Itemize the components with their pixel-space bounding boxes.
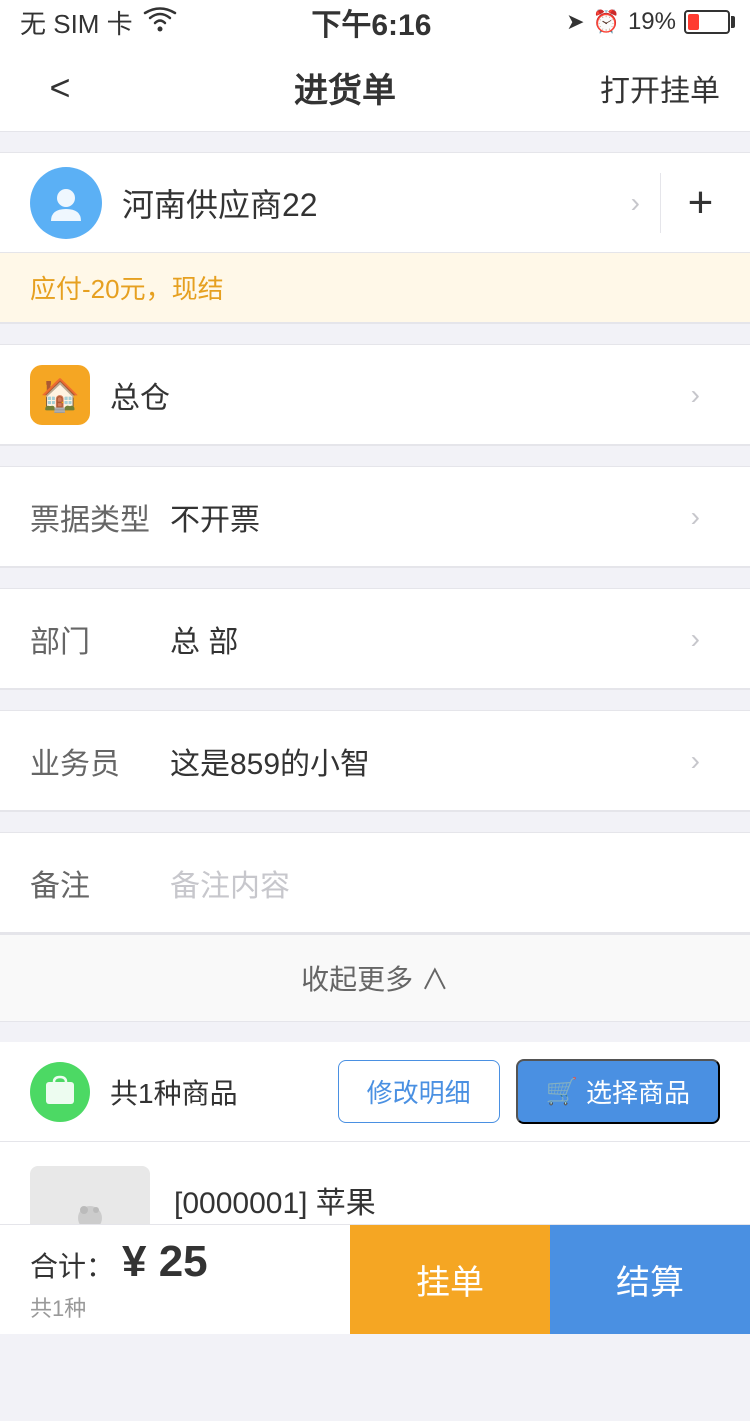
open-pending-button[interactable]: 打开挂单 [600,66,720,110]
supplier-name: 河南供应商22 [122,180,631,226]
carrier-label: 无 SIM 卡 [20,4,133,41]
status-right: ➤ ⏰ 19% [566,8,730,36]
separator-4 [0,568,750,588]
separator-5 [0,690,750,710]
back-button[interactable]: < [30,58,90,118]
select-product-icon: 🛒 [546,1076,578,1107]
total-amount: ¥ 25 [122,1237,208,1287]
staff-chevron-icon: › [691,745,700,777]
hang-button[interactable]: 挂单 [350,1225,550,1334]
collapse-label: 收起更多 ∧ [301,958,449,998]
supplier-row[interactable]: 河南供应商22 › + [0,153,750,253]
separator-2 [0,324,750,344]
supplier-chevron-icon: › [631,187,640,219]
department-chevron-icon: › [691,623,700,655]
status-bar: 无 SIM 卡 下午6:16 ➤ ⏰ 19% [0,0,750,44]
staff-row[interactable]: 业务员 这是859的小智 › [0,711,750,811]
total-main: 合计： ¥ 25 [30,1237,320,1287]
warehouse-name: 总仓 [110,373,691,417]
separator-6 [0,812,750,832]
supplier-section: 河南供应商22 › + 应付-20元，现结 [0,152,750,324]
staff-section: 业务员 这是859的小智 › [0,710,750,812]
checkout-button[interactable]: 结算 [550,1225,750,1334]
warehouse-icon: 🏠 [30,365,90,425]
remark-value[interactable]: 备注内容 [170,861,720,905]
staff-value: 这是859的小智 [170,739,691,783]
separator-3 [0,446,750,466]
remark-section: 备注 备注内容 [0,832,750,934]
products-icon [30,1062,90,1122]
modify-detail-button[interactable]: 修改明细 [338,1060,500,1123]
product-name: [0000001] 苹果 [174,1178,670,1222]
invoice-row[interactable]: 票据类型 不开票 › [0,467,750,567]
select-product-label: 选择商品 [586,1073,690,1110]
alarm-icon: ⏰ [593,9,620,35]
department-section: 部门 总 部 › [0,588,750,690]
add-supplier-button[interactable]: + [660,173,720,233]
total-sub: 共1种 [30,1291,320,1323]
department-value: 总 部 [170,617,691,661]
status-left: 无 SIM 卡 [20,4,177,41]
invoice-section: 票据类型 不开票 › [0,466,750,568]
total-section: 合计： ¥ 25 共1种 [0,1225,350,1334]
total-label: 合计： [30,1245,114,1285]
wifi-icon [143,6,177,39]
remark-row[interactable]: 备注 备注内容 [0,833,750,933]
warehouse-chevron-icon: › [691,379,700,411]
product-code: [0000001] [174,1187,316,1220]
warehouse-section: 🏠 总仓 › [0,344,750,446]
page-title: 进货单 [294,63,396,112]
staff-label: 业务员 [30,739,170,783]
location-icon: ➤ [566,9,584,35]
separator-1 [0,132,750,152]
invoice-label: 票据类型 [30,495,170,539]
invoice-chevron-icon: › [691,501,700,533]
department-row[interactable]: 部门 总 部 › [0,589,750,689]
select-product-button[interactable]: 🛒 选择商品 [516,1059,720,1124]
separator-7 [0,1022,750,1042]
invoice-value: 不开票 [170,495,691,539]
nav-bar: < 进货单 打开挂单 [0,44,750,132]
department-label: 部门 [30,617,170,661]
supplier-notice: 应付-20元，现结 [0,253,750,323]
product-title: 苹果 [316,1187,376,1220]
battery-icon [684,10,730,34]
supplier-avatar [30,167,102,239]
remark-label: 备注 [30,861,170,905]
bottom-bar: 合计： ¥ 25 共1种 挂单 结算 [0,1224,750,1334]
warehouse-row[interactable]: 🏠 总仓 › [0,345,750,445]
product-count: 共1种商品 [110,1072,338,1112]
products-header: 共1种商品 修改明细 🛒 选择商品 [0,1042,750,1142]
battery-percent: 19% [628,8,676,36]
status-time: 下午6:16 [311,0,431,44]
collapse-button[interactable]: 收起更多 ∧ [0,934,750,1022]
